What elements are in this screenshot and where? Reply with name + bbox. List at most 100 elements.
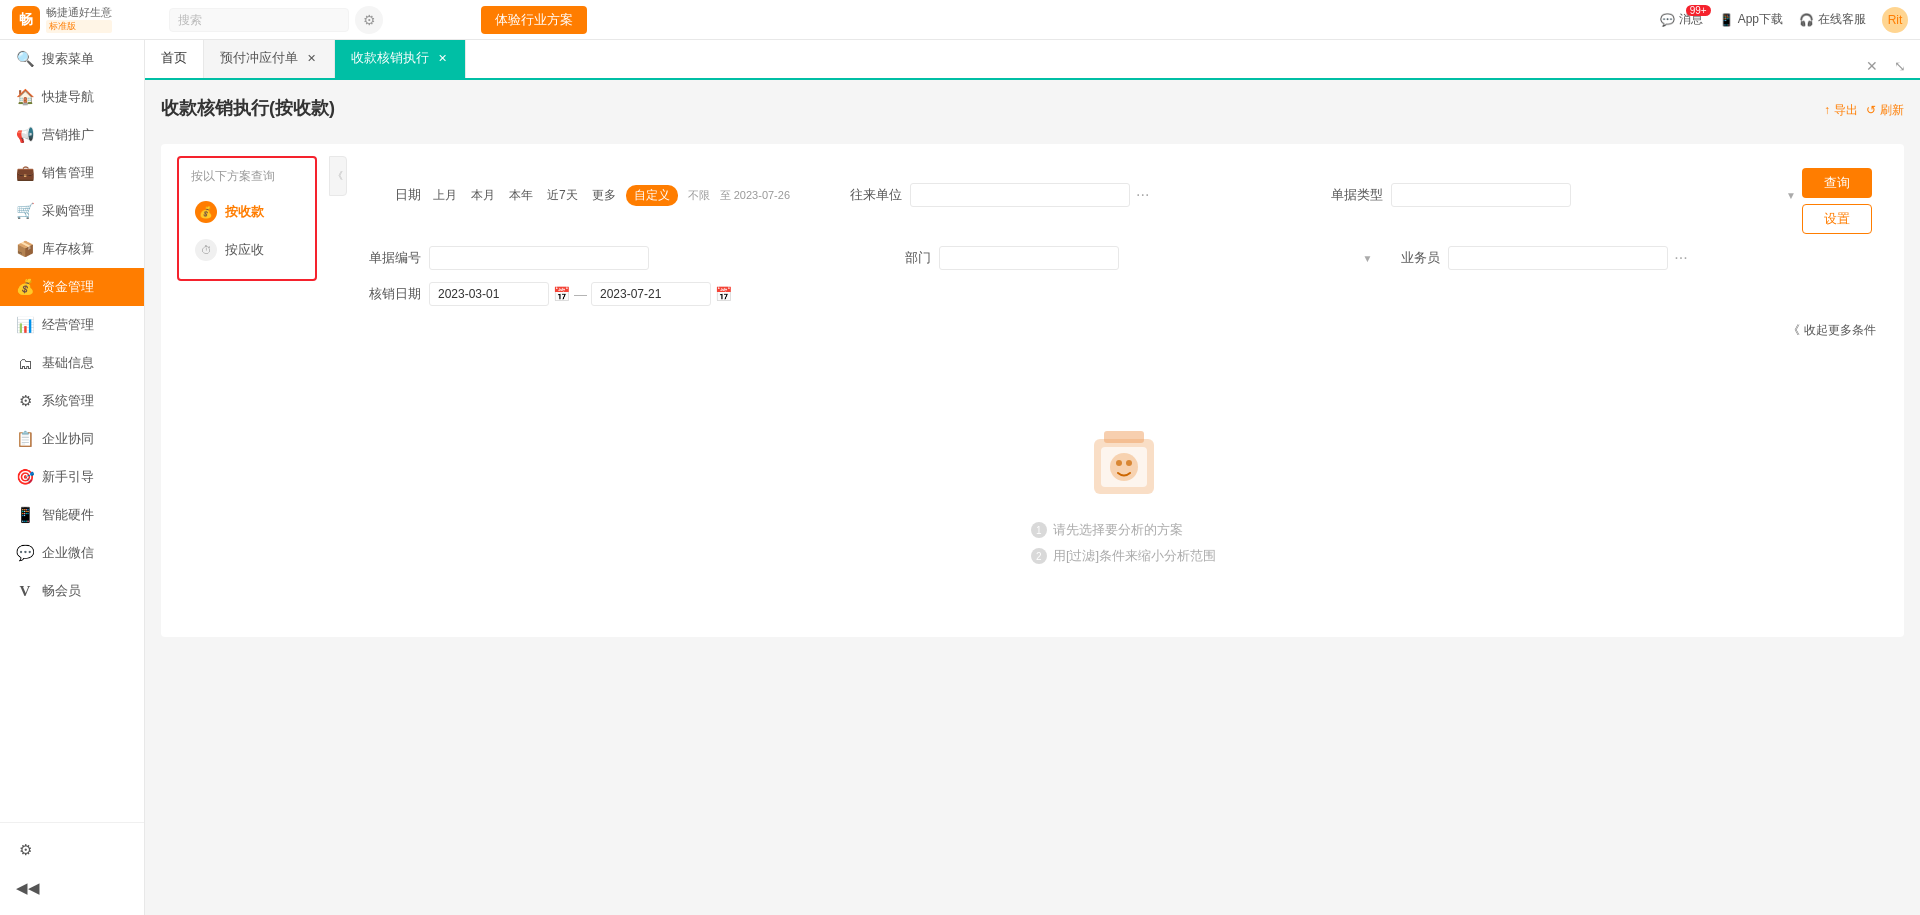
topbar-search: ⚙ <box>169 6 469 34</box>
offset-date-start-cal-icon[interactable]: 📅 <box>553 286 570 302</box>
tab-home[interactable]: 首页 <box>145 38 204 78</box>
bill-type-select[interactable] <box>1391 183 1571 207</box>
offset-date-end[interactable] <box>591 282 711 306</box>
counterpart-more-btn[interactable]: ··· <box>1130 186 1155 204</box>
bill-type-field: ▼ <box>1391 183 1802 207</box>
salesman-more-btn[interactable]: ··· <box>1668 249 1693 267</box>
bill-no-label: 单据编号 <box>359 249 429 267</box>
app-download-btn[interactable]: 📱 App下载 <box>1719 11 1783 28</box>
logo-text: 畅捷通好生意 <box>46 6 112 19</box>
member-icon: V <box>16 583 34 600</box>
sidebar-item-guide[interactable]: 🎯 新手引导 <box>0 458 144 496</box>
sidebar-item-operations[interactable]: 📊 经营管理 <box>0 306 144 344</box>
sidebar-settings-btn[interactable]: ⚙ <box>0 831 144 869</box>
dept-select[interactable] <box>939 246 1119 270</box>
tab-collection-offset[interactable]: 收款核销执行 ✕ <box>335 38 466 78</box>
refresh-icon: ↺ <box>1866 103 1876 117</box>
refresh-btn[interactable]: ↺ 刷新 <box>1866 102 1904 119</box>
settings-btn[interactable]: 设置 <box>1802 204 1872 234</box>
sidebar-item-label: 新手引导 <box>42 468 94 486</box>
empty-tip-2: 2 用[过滤]条件来缩小分析范围 <box>1031 547 1216 565</box>
date-custom-badge[interactable]: 自定义 <box>626 185 678 206</box>
date-more[interactable]: 更多 <box>588 185 620 206</box>
search-menu-icon: 🔍 <box>16 50 34 68</box>
svg-point-4 <box>1126 460 1132 466</box>
sidebar-item-inventory[interactable]: 📦 库存核算 <box>0 230 144 268</box>
empty-tip-1: 1 请先选择要分析的方案 <box>1031 521 1216 539</box>
collapse-more-btn[interactable]: 《 收起更多条件 <box>359 318 1888 339</box>
user-avatar[interactable]: Rit <box>1882 7 1908 33</box>
sidebar-item-fund[interactable]: 💰 资金管理 <box>0 268 144 306</box>
tab-prepay-offset[interactable]: 预付冲应付单 ✕ <box>204 38 335 78</box>
settings-gear-btn[interactable]: ⚙ <box>355 6 383 34</box>
message-btn[interactable]: 💬 消息 99+ <box>1660 11 1703 28</box>
industry-btn[interactable]: 体验行业方案 <box>481 6 587 34</box>
offset-date-end-cal-icon[interactable]: 📅 <box>715 286 732 302</box>
guide-icon: 🎯 <box>16 468 34 486</box>
sidebar-item-wechat[interactable]: 💬 企业微信 <box>0 534 144 572</box>
salesman-input[interactable] <box>1448 246 1668 270</box>
sidebar-item-label: 采购管理 <box>42 202 94 220</box>
counterpart-input[interactable] <box>910 183 1130 207</box>
filter-sidebar-title: 按以下方案查询 <box>179 168 315 193</box>
fund-icon: 💰 <box>16 278 34 296</box>
empty-state: 1 请先选择要分析的方案 2 用[过滤]条件来缩小分析范围 <box>359 339 1888 625</box>
sidebar-collapse-btn[interactable]: ◀◀ <box>0 869 144 907</box>
bill-type-arrow-icon: ▼ <box>1786 190 1796 201</box>
salesman-field: ··· <box>1448 246 1888 270</box>
query-btn[interactable]: 查询 <box>1802 168 1872 198</box>
search-input[interactable] <box>169 8 349 32</box>
collapse-icon: ◀◀ <box>16 879 34 897</box>
sidebar-item-label: 销售管理 <box>42 164 94 182</box>
sidebar-item-sales[interactable]: 💼 销售管理 <box>0 154 144 192</box>
sidebar-item-search[interactable]: 🔍 搜索菜单 <box>0 40 144 78</box>
topbar-right: 💬 消息 99+ 📱 App下载 🎧 在线客服 Rit <box>1660 7 1908 33</box>
date-this-month[interactable]: 本月 <box>467 185 499 206</box>
enterprise-icon: 📋 <box>16 430 34 448</box>
date-this-year[interactable]: 本年 <box>505 185 537 206</box>
sidebar: 🔍 搜索菜单 🏠 快捷导航 📢 营销推广 💼 销售管理 🛒 采购管理 📦 库存核… <box>0 40 145 915</box>
marketing-icon: 📢 <box>16 126 34 144</box>
smarthw-icon: 📱 <box>16 506 34 524</box>
sidebar-item-smarthw[interactable]: 📱 智能硬件 <box>0 496 144 534</box>
offset-date-start[interactable] <box>429 282 549 306</box>
filter-by-receivable[interactable]: ⏱ 按应收 <box>179 231 315 269</box>
purchase-icon: 🛒 <box>16 202 34 220</box>
sidebar-item-marketing[interactable]: 📢 营销推广 <box>0 116 144 154</box>
tab-collection-label: 收款核销执行 <box>351 49 429 67</box>
tip-num-1: 1 <box>1031 522 1047 538</box>
sidebar-item-purchase[interactable]: 🛒 采购管理 <box>0 192 144 230</box>
sidebar-item-baseinfo[interactable]: 🗂 基础信息 <box>0 344 144 382</box>
filter-collapse-btn[interactable]: 《 <box>329 156 347 196</box>
date-last-month[interactable]: 上月 <box>429 185 461 206</box>
sidebar-item-label: 快捷导航 <box>42 88 94 106</box>
bill-no-input[interactable] <box>429 246 649 270</box>
offset-date-group: 📅 — 📅 <box>429 282 732 306</box>
sidebar-item-enterprise[interactable]: 📋 企业协同 <box>0 420 144 458</box>
filter-by-collection[interactable]: 💰 按收款 <box>179 193 315 231</box>
dept-field: ▼ <box>939 246 1379 270</box>
date-last-7days[interactable]: 近7天 <box>543 185 582 206</box>
tab-bar: 首页 预付冲应付单 ✕ 收款核销执行 ✕ ✕ ⤡ <box>145 40 1920 80</box>
online-service-btn[interactable]: 🎧 在线客服 <box>1799 11 1866 28</box>
sidebar-item-system[interactable]: ⚙ 系统管理 <box>0 382 144 420</box>
tab-home-label: 首页 <box>161 49 187 67</box>
operations-icon: 📊 <box>16 316 34 334</box>
tab-close-all-btn[interactable]: ✕ <box>1860 54 1884 78</box>
right-panel: 日期 上月 本月 本年 近7天 更多 自定义 不限 至 2023-07-26 往… <box>359 156 1888 625</box>
salesman-label: 业务员 <box>1378 249 1448 267</box>
tab-expand-btn[interactable]: ⤡ <box>1888 54 1912 78</box>
sidebar-item-quick-nav[interactable]: 🏠 快捷导航 <box>0 78 144 116</box>
export-btn[interactable]: ↑ 导出 <box>1824 102 1858 119</box>
sidebar-item-member[interactable]: V 畅会员 <box>0 572 144 610</box>
page-title: 收款核销执行(按收款) <box>161 96 335 120</box>
tab-collection-close[interactable]: ✕ <box>435 51 449 65</box>
headset-icon: 🎧 <box>1799 13 1814 27</box>
sidebar-item-label: 智能硬件 <box>42 506 94 524</box>
phone-icon: 📱 <box>1719 13 1734 27</box>
tab-prepay-close[interactable]: ✕ <box>304 51 318 65</box>
query-section: 按以下方案查询 💰 按收款 ⏱ 按应收 《 日期 上月 <box>161 144 1904 637</box>
logo-icon: 畅 <box>12 6 40 34</box>
bill-type-label: 单据类型 <box>1321 186 1391 204</box>
message-badge: 99+ <box>1686 5 1711 16</box>
